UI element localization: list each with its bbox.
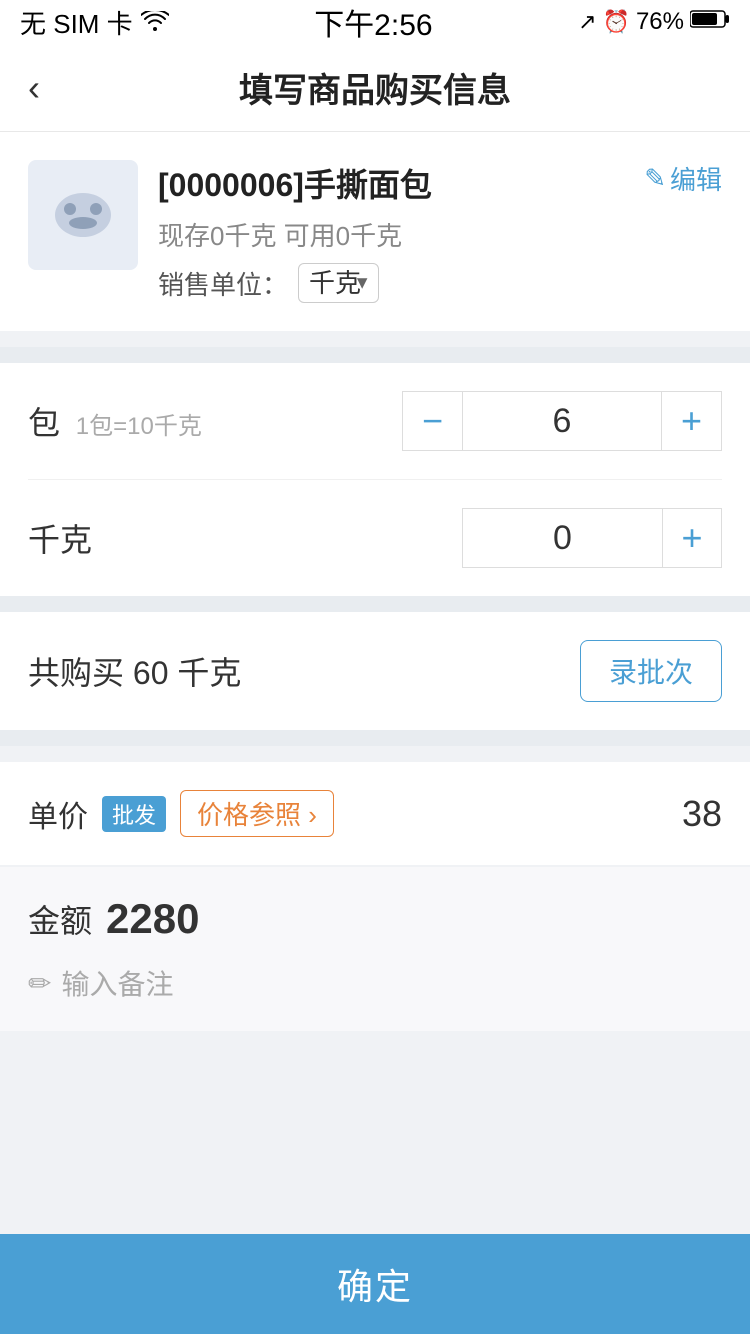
kg-qty-control: + bbox=[462, 508, 722, 568]
edit-icon: ✎ bbox=[644, 163, 666, 194]
remark-icon: ✏ bbox=[28, 967, 51, 1000]
kg-input-row: 千克 + bbox=[28, 480, 722, 596]
unit-select-wrapper[interactable]: 千克 bbox=[298, 263, 379, 303]
product-name: [0000006]手撕面包 bbox=[158, 160, 432, 206]
edit-label: 编辑 bbox=[670, 160, 722, 197]
amount-value: 2280 bbox=[106, 895, 199, 943]
status-right: ↗ ⏰ 76% bbox=[578, 8, 730, 36]
unit-select[interactable]: 千克 bbox=[298, 263, 379, 303]
amount-section: 金额 2280 ✏ 输入备注 bbox=[0, 867, 750, 1031]
remark-label: 输入备注 bbox=[61, 963, 173, 1003]
section-divider-1 bbox=[0, 347, 750, 363]
product-unit-row: 销售单位： 千克 bbox=[158, 263, 722, 303]
product-stock: 现存0千克 可用0千克 bbox=[158, 216, 722, 253]
input-section: 包 1包=10千克 − + 千克 + bbox=[0, 363, 750, 596]
section-divider-3 bbox=[0, 730, 750, 746]
bag-quantity-input[interactable] bbox=[462, 391, 662, 451]
bag-decrement-button[interactable]: − bbox=[402, 391, 462, 451]
status-time: 下午2:56 bbox=[314, 0, 432, 44]
unit-label: 销售单位： bbox=[158, 265, 288, 302]
bag-qty-control: − + bbox=[402, 391, 722, 451]
amount-row: 金额 2280 bbox=[28, 895, 722, 943]
edit-button[interactable]: ✎ 编辑 bbox=[644, 160, 722, 197]
kg-quantity-input[interactable] bbox=[462, 508, 662, 568]
carrier-label: 无 SIM 卡 bbox=[20, 4, 133, 41]
alarm-icon: ⏰ bbox=[603, 9, 630, 35]
section-divider-2 bbox=[0, 596, 750, 612]
kg-label: 千克 bbox=[28, 522, 92, 558]
status-left: 无 SIM 卡 bbox=[20, 4, 169, 41]
remark-row[interactable]: ✏ 输入备注 bbox=[28, 963, 722, 1003]
product-thumbnail bbox=[28, 160, 138, 270]
battery-label: 76% bbox=[636, 8, 684, 36]
bag-input-row: 包 1包=10千克 − + bbox=[28, 363, 722, 480]
status-bar: 无 SIM 卡 下午2:56 ↗ ⏰ 76% bbox=[0, 0, 750, 44]
batch-button[interactable]: 录批次 bbox=[580, 640, 722, 702]
bag-increment-button[interactable]: + bbox=[662, 391, 722, 451]
nav-bar: ‹ 填写商品购买信息 bbox=[0, 44, 750, 132]
bag-label: 包 bbox=[28, 405, 60, 441]
bag-hint: 1包=10千克 bbox=[76, 413, 202, 440]
back-button[interactable]: ‹ bbox=[28, 67, 40, 109]
page-title: 填写商品购买信息 bbox=[239, 63, 511, 112]
price-value: 38 bbox=[682, 793, 722, 835]
product-card: [0000006]手撕面包 ✎ 编辑 现存0千克 可用0千克 销售单位： 千克 bbox=[0, 132, 750, 331]
summary-section: 共购买 60 千克 录批次 bbox=[0, 612, 750, 730]
kg-increment-button[interactable]: + bbox=[662, 508, 722, 568]
product-info: [0000006]手撕面包 ✎ 编辑 现存0千克 可用0千克 销售单位： 千克 bbox=[158, 160, 722, 303]
price-section: 单价 批发 价格参照 › 38 bbox=[0, 762, 750, 865]
price-row: 单价 批发 价格参照 › 38 bbox=[28, 790, 722, 837]
price-ref-button[interactable]: 价格参照 › bbox=[180, 790, 334, 837]
confirm-button[interactable]: 确定 bbox=[0, 1234, 750, 1334]
battery-icon bbox=[690, 8, 730, 36]
summary-text: 共购买 60 千克 bbox=[28, 648, 241, 694]
location-icon: ↗ bbox=[578, 9, 596, 35]
bag-label-group: 包 1包=10千克 bbox=[28, 398, 202, 444]
price-label: 单价 bbox=[28, 792, 88, 836]
wifi-icon bbox=[141, 7, 169, 38]
kg-label-group: 千克 bbox=[28, 515, 92, 561]
main-content: [0000006]手撕面包 ✎ 编辑 现存0千克 可用0千克 销售单位： 千克 bbox=[0, 132, 750, 1141]
price-badge: 批发 bbox=[102, 796, 166, 832]
amount-label: 金额 bbox=[28, 896, 92, 942]
